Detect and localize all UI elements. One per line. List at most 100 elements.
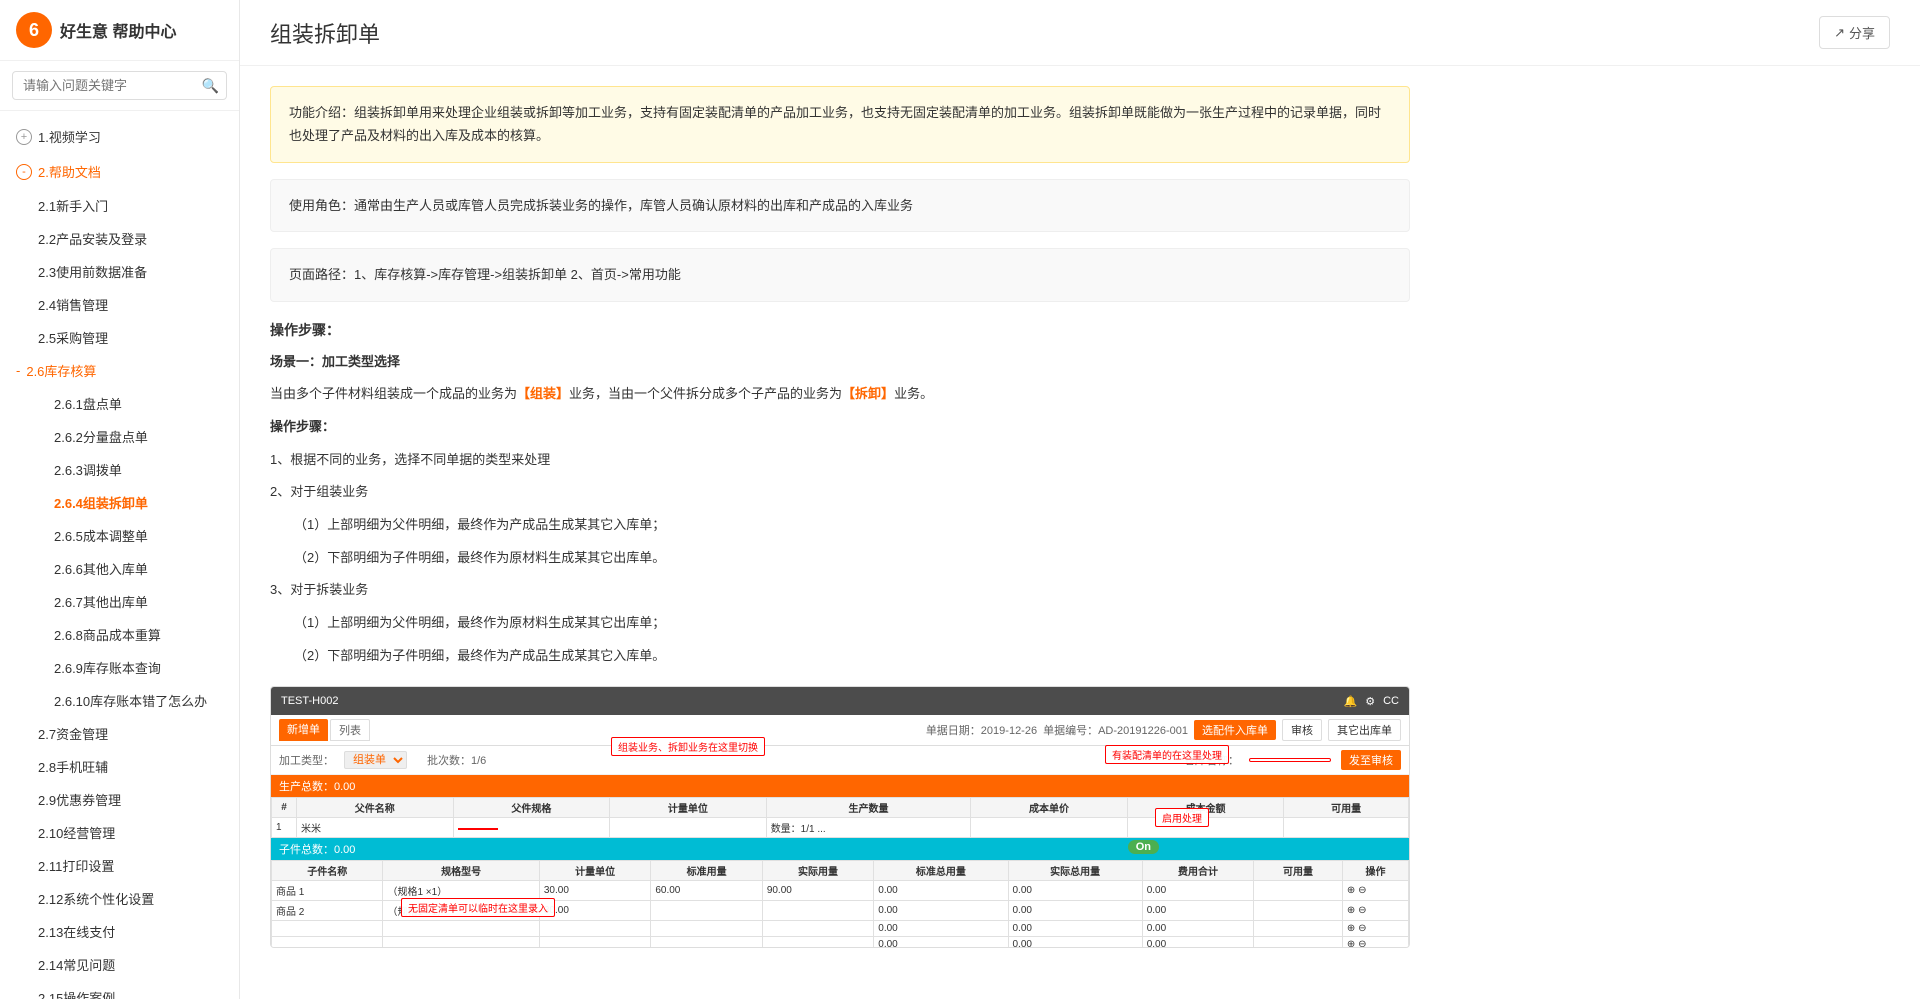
app-title: 好生意 帮助中心 — [60, 18, 176, 42]
nav-sub-2-11[interactable]: 2.11打印设置 — [0, 849, 239, 882]
sub-r2-std-total: 0.00 — [874, 901, 1008, 921]
sub-r3-unit — [539, 921, 650, 937]
sub-table-header-row: 子件名称 规格型号 计量单位 标准用量 实际用量 标准总用量 实际总用量 费用合… — [272, 861, 1409, 881]
nav-sub-2-9[interactable]: 2.9优惠券管理 — [0, 783, 239, 816]
row1-avail — [1284, 818, 1409, 838]
nav-sub-2-6-4[interactable]: 2.6.4组装拆卸单 — [54, 486, 239, 519]
nav-sub-2-5[interactable]: 2.5采购管理 — [0, 321, 239, 354]
sub-r2-actual — [762, 901, 873, 921]
nav-sub-2-6-9[interactable]: 2.6.9库存账本查询 — [54, 651, 239, 684]
sub-col-ops: 操作 — [1342, 861, 1408, 881]
section-header-bar: 生产总数：0.00 — [271, 775, 1409, 797]
highlight-2: 【拆卸】 — [842, 386, 894, 401]
nav-sub-2-6[interactable]: - 2.6库存核算 — [0, 354, 239, 387]
type-select[interactable]: 组装单 拆卸单 — [344, 751, 407, 769]
sub-r2-actual-total: 0.00 — [1008, 901, 1142, 921]
nav-sub-2-6-3[interactable]: 2.6.3调拨单 — [54, 453, 239, 486]
step2-2: （2）下部明细为子件明细，最终作为原材料生成某其它出库单。 — [270, 546, 1410, 571]
sub-r3-cost-total: 0.00 — [1142, 921, 1253, 937]
row1-qty: 数量：1/1 ... — [766, 818, 971, 838]
row1-spec — [453, 818, 610, 838]
nav-item-2-header[interactable]: - 2.帮助文档 — [0, 154, 239, 189]
upper-table-header-row: # 父件名称 父件规格 计量单位 生产数量 成本单价 成本金额 可用量 — [272, 798, 1409, 818]
sub-table-bar: 子件总数：0.00 启用处理 On — [271, 838, 1409, 860]
nav-sub-2-6-7[interactable]: 2.6.7其他出库单 — [54, 585, 239, 618]
nav-sub-2-14[interactable]: 2.14常见问题 — [0, 948, 239, 981]
sub-col-9: 可用量 — [1254, 861, 1343, 881]
nav-sub-2-1[interactable]: 2.1新手入门 — [0, 189, 239, 222]
sub-r1-cost-total: 0.00 — [1142, 881, 1253, 901]
step2-1: （1）上部明细为父件明细，最终作为产成品生成某其它入库单； — [270, 513, 1410, 538]
collapse-icon-2-6: - — [16, 363, 20, 378]
confirm-btn[interactable]: 发至审核 — [1341, 750, 1401, 770]
step3: 3、对于拆装业务 — [270, 578, 1410, 603]
col-spec: 父件规格 — [453, 798, 610, 818]
scene1-title: 场景一：加工类型选择 — [270, 350, 1410, 375]
op-steps2-title: 操作步骤： — [270, 415, 1410, 440]
logo-icon: 6 — [16, 12, 52, 48]
nav-sub-2-13[interactable]: 2.13在线支付 — [0, 915, 239, 948]
nav-item-1: + 1.视频学习 — [0, 119, 239, 154]
share-icon: ↗ — [1834, 25, 1845, 41]
intro-block-3: 页面路径：1、库存核算->库存管理->组装拆卸单 2、首页->常用功能 — [270, 248, 1410, 301]
col-qty: 生产数量 — [766, 798, 971, 818]
page-title: 组装拆卸单 — [270, 17, 380, 49]
nav-sub-list-2: 2.1新手入门 2.2产品安装及登录 2.3使用前数据准备 2.4销售管理 2.… — [0, 189, 239, 999]
sub-r1-avail — [1254, 881, 1343, 901]
sub-col-8: 费用合计 — [1142, 861, 1253, 881]
nav-sub-2-3[interactable]: 2.3使用前数据准备 — [0, 255, 239, 288]
sub-r4-cost-total: 0.00 — [1142, 937, 1253, 948]
nav-sub-2-2[interactable]: 2.2产品安装及登录 — [0, 222, 239, 255]
annotation-switch: 组装业务、拆卸业务在这里切换 — [611, 737, 765, 756]
nav-sub-2-6-5[interactable]: 2.6.5成本调整单 — [54, 519, 239, 552]
sidebar-header: 6 好生意 帮助中心 — [0, 0, 239, 61]
sub-r3-std-total: 0.00 — [874, 921, 1008, 937]
sub-r2-unit: 30.00 — [539, 901, 650, 921]
upper-table: # 父件名称 父件规格 计量单位 生产数量 成本单价 成本金额 可用量 — [271, 797, 1409, 838]
sub-r4-ops: ⊕ ⊖ — [1342, 937, 1408, 948]
op-steps-title: 操作步骤： — [270, 320, 1410, 340]
col-unit: 计量单位 — [610, 798, 767, 818]
nav-sub-2-4[interactable]: 2.4销售管理 — [0, 288, 239, 321]
nav-sub-2-6-10[interactable]: 2.6.10库存账本错了怎么办 — [54, 684, 239, 717]
warehouse-input[interactable] — [1249, 758, 1331, 762]
sub-r3-avail — [1254, 921, 1343, 937]
nav-sub-2-6-label: 2.6库存核算 — [26, 361, 96, 380]
sub-r3-actual — [762, 921, 873, 937]
on-toggle[interactable]: On — [1128, 840, 1159, 854]
share-label: 分享 — [1849, 23, 1875, 42]
row1-spec-input[interactable] — [458, 828, 498, 830]
sub-col-7: 实际总用量 — [1008, 861, 1142, 881]
nav-sub-2-6-1[interactable]: 2.6.1盘点单 — [54, 387, 239, 420]
upper-table-row-1: 1 米米 数量：1/1 ... — [272, 818, 1409, 838]
row1-cost — [971, 818, 1128, 838]
review-btn: 审核 — [1282, 719, 1322, 741]
nav-sub-2-7[interactable]: 2.7资金管理 — [0, 717, 239, 750]
save-btn: 其它出库单 — [1328, 719, 1401, 741]
search-input[interactable] — [12, 71, 227, 100]
nav-sub-2-15[interactable]: 2.15操作案例 — [0, 981, 239, 999]
nav-sub-2-6-2[interactable]: 2.6.2分量盘点单 — [54, 420, 239, 453]
nav-sub-2-12[interactable]: 2.12系统个性化设置 — [0, 882, 239, 915]
share-button[interactable]: ↗ 分享 — [1819, 16, 1890, 49]
section-total: 生产总数：0.00 — [279, 778, 355, 794]
nav-sub-2-6-6[interactable]: 2.6.6其他入库单 — [54, 552, 239, 585]
sub-r1-unit: 30.00 — [539, 881, 650, 901]
app-bar-logo: TEST-H002 — [281, 695, 338, 707]
sub-r2-avail — [1254, 901, 1343, 921]
nav-sub-2-8[interactable]: 2.8手机旺辅 — [0, 750, 239, 783]
annotation-enable: 启用处理 — [1155, 808, 1209, 827]
sub-r2-ops: ⊕ ⊖ — [1342, 901, 1408, 921]
search-button[interactable]: 🔍 — [202, 77, 219, 94]
app-bar: TEST-H002 🔔 ⚙ CC — [271, 687, 1409, 715]
col-name: 父件名称 — [297, 798, 454, 818]
app-icon-1: 🔔 — [1344, 695, 1358, 708]
id-label: 单据编号：AD-20191226-001 — [1043, 722, 1188, 738]
col-index: # — [272, 798, 297, 818]
nav-item-1-header[interactable]: + 1.视频学习 — [0, 119, 239, 154]
nav-sub-2-10[interactable]: 2.10经营管理 — [0, 816, 239, 849]
upper-table-area: # 父件名称 父件规格 计量单位 生产数量 成本单价 成本金额 可用量 — [271, 797, 1409, 838]
intro-text-3: 页面路径：1、库存核算->库存管理->组装拆卸单 2、首页->常用功能 — [289, 267, 681, 282]
quantity-label: 批次数：1/6 — [427, 752, 486, 768]
nav-sub-2-6-8[interactable]: 2.6.8商品成本重算 — [54, 618, 239, 651]
